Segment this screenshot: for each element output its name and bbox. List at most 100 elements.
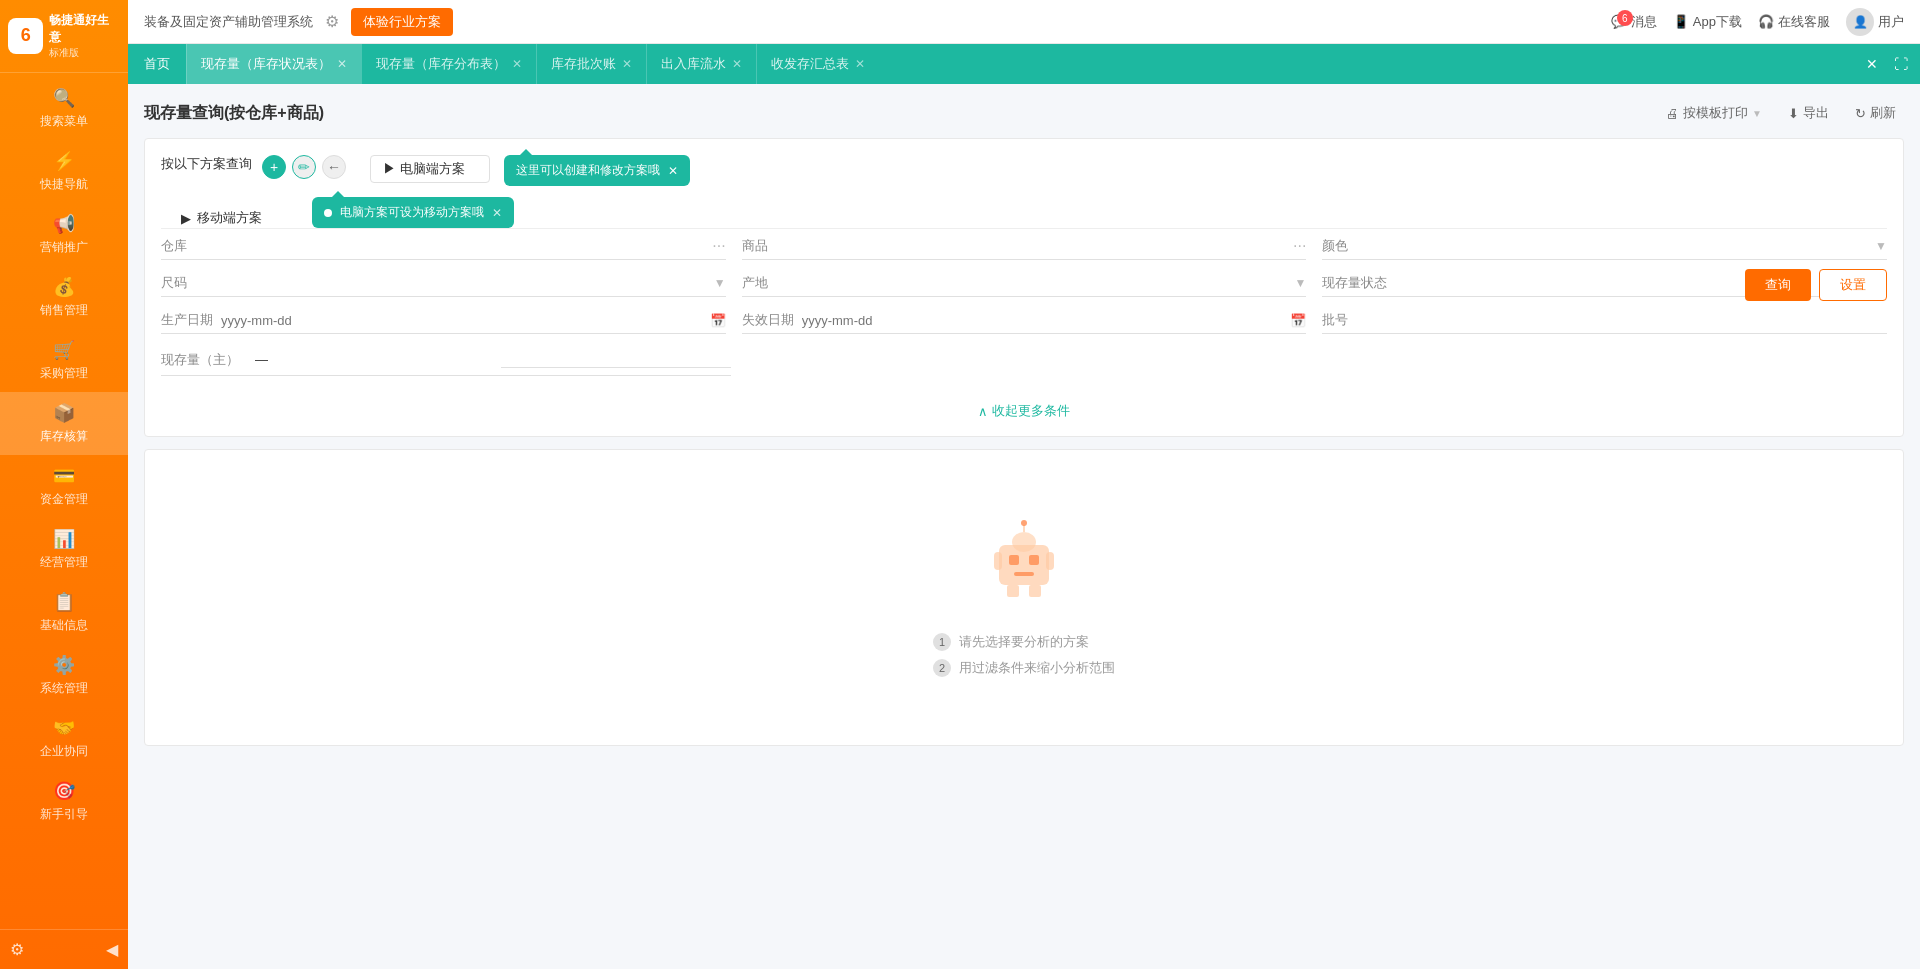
basic-icon: 📋 (53, 591, 75, 613)
search-panel: 按以下方案查询 + ✏ ← 电脑方案可设为移动方案哦 ✕ (144, 138, 1904, 437)
production-date-field: 生产日期 📅 (161, 311, 726, 334)
system-icon: ⚙️ (53, 654, 75, 676)
expiry-date-calendar-icon[interactable]: 📅 (1290, 313, 1306, 328)
sidebar-item-basic[interactable]: 📋 基础信息 (0, 581, 128, 644)
stock-main-input[interactable] (501, 352, 731, 368)
tip-num-1: 1 (933, 633, 951, 651)
tab-close-3[interactable]: ✕ (622, 57, 632, 71)
sidebar-item-operations[interactable]: 📊 经营管理 (0, 518, 128, 581)
sub-item-row: └ 按照品 (347, 202, 1887, 220)
app-download-label: App下载 (1693, 13, 1742, 31)
sidebar-item-purchase[interactable]: 🛒 采购管理 (0, 329, 128, 392)
goods-field: 商品 ··· (742, 237, 1307, 260)
prev-scheme-btn[interactable]: ← (322, 155, 346, 179)
reset-button[interactable]: 设置 (1819, 269, 1887, 301)
collapse-btn[interactable]: ∧ 收起更多条件 (161, 402, 1887, 420)
experience-btn[interactable]: 体验行业方案 (351, 8, 453, 36)
headset-icon: 🎧 (1758, 14, 1774, 29)
settings-icon[interactable]: ⚙ (10, 940, 24, 959)
batch-label: 批号 (1322, 311, 1348, 329)
create-tooltip-area: 这里可以创建和修改方案哦 ✕ (504, 155, 690, 186)
color-arrow-icon[interactable]: ▼ (1875, 239, 1887, 253)
goods-more-icon[interactable]: ··· (1293, 237, 1306, 255)
online-support-item[interactable]: 🎧 在线客服 (1758, 13, 1830, 31)
tooltip-close-1[interactable]: ✕ (492, 206, 502, 220)
export-btn[interactable]: ⬇ 导出 (1780, 100, 1837, 126)
collapse-sidebar-icon[interactable]: ◀ (106, 940, 118, 959)
create-tooltip-text: 这里可以创建和修改方案哦 (516, 162, 660, 179)
production-date-input[interactable] (221, 313, 702, 328)
sales-icon: 💰 (53, 276, 75, 298)
marketing-icon: 📢 (53, 213, 75, 235)
scheme-tooltip-box: 电脑方案可设为移动方案哦 ✕ (312, 197, 514, 228)
tab-inventory-status[interactable]: 现存量（库存状况表） ✕ (186, 44, 361, 84)
filter-row-2: 尺码 ▼ 产地 ▼ 现存量状态 ▼ (161, 274, 1887, 297)
sidebar-item-inventory[interactable]: 📦 库存核算 (0, 392, 128, 455)
tab-close-5[interactable]: ✕ (855, 57, 865, 71)
origin-arrow-icon[interactable]: ▼ (1294, 276, 1306, 290)
search-icon: 🔍 (53, 87, 75, 109)
tab-fullscreen-icon[interactable]: ⛶ (1890, 52, 1912, 76)
desktop-scheme-label: ▶ (383, 161, 400, 176)
avatar: 👤 (1846, 8, 1874, 36)
sidebar-item-quick[interactable]: ⚡ 快捷导航 (0, 140, 128, 203)
action-buttons: 查询 设置 (1745, 269, 1887, 301)
stock-main-dash: — (247, 348, 493, 371)
settings-gear-icon[interactable]: ⚙ (325, 12, 339, 31)
sidebar-item-marketing[interactable]: 📢 营销推广 (0, 203, 128, 266)
tab-close-2[interactable]: ✕ (512, 57, 522, 71)
divider (161, 228, 1887, 229)
edit-scheme-btn[interactable]: ✏ (292, 155, 316, 179)
production-date-label: 生产日期 (161, 311, 213, 329)
enterprise-icon: 🤝 (53, 717, 75, 739)
tab-batch-account[interactable]: 库存批次账 ✕ (536, 44, 646, 84)
scheme-query-label: 按以下方案查询 (161, 155, 252, 173)
print-template-btn[interactable]: 🖨 按模板打印 ▼ (1658, 100, 1770, 126)
sidebar-nav: 🔍 搜索菜单 ⚡ 快捷导航 📢 营销推广 💰 销售管理 🛒 采购管理 📦 库存核… (0, 73, 128, 929)
tab-flow[interactable]: 出入库流水 ✕ (646, 44, 756, 84)
refresh-btn[interactable]: ↻ 刷新 (1847, 100, 1904, 126)
page-title-bar: 现存量查询(按仓库+商品) 🖨 按模板打印 ▼ ⬇ 导出 ↻ 刷新 (144, 100, 1904, 126)
phone-icon: 📱 (1673, 14, 1689, 29)
tooltip-close-2[interactable]: ✕ (668, 164, 678, 178)
tab-close-all-icon[interactable]: ✕ (1862, 52, 1882, 76)
inventory-icon: 📦 (53, 402, 75, 424)
sidebar-item-system[interactable]: ⚙️ 系统管理 (0, 644, 128, 707)
user-item[interactable]: 👤 用户 (1846, 8, 1904, 36)
expiry-date-field: 失效日期 📅 (742, 311, 1307, 334)
sidebar-item-search[interactable]: 🔍 搜索菜单 (0, 77, 128, 140)
sidebar-item-guide[interactable]: 🎯 新手引导 (0, 770, 128, 833)
header-right: 💬 6 消息 📱 App下载 🎧 在线客服 👤 用户 (1611, 8, 1904, 36)
message-badge: 6 (1617, 10, 1633, 26)
tab-summary[interactable]: 收发存汇总表 ✕ (756, 44, 879, 84)
expiry-date-input[interactable] (802, 313, 1283, 328)
sidebar-item-enterprise[interactable]: 🤝 企业协同 (0, 707, 128, 770)
add-scheme-btn[interactable]: + (262, 155, 286, 179)
collapse-up-icon: ∧ (978, 404, 988, 419)
svg-rect-2 (1029, 555, 1039, 565)
sidebar-item-sales[interactable]: 💰 销售管理 (0, 266, 128, 329)
color-label: 颜色 (1322, 237, 1348, 255)
svg-rect-3 (1014, 572, 1034, 576)
size-arrow-icon[interactable]: ▼ (714, 276, 726, 290)
query-button[interactable]: 查询 (1745, 269, 1811, 301)
color-field: 颜色 ▼ (1322, 237, 1887, 260)
tab-close-1[interactable]: ✕ (337, 57, 347, 71)
tab-close-4[interactable]: ✕ (732, 57, 742, 71)
batch-input[interactable] (1356, 313, 1887, 328)
tab-home[interactable]: 首页 (128, 44, 186, 84)
warehouse-more-icon[interactable]: ··· (712, 237, 725, 255)
size-field: 尺码 ▼ (161, 274, 726, 297)
search-bottom: 查询 设置 ∧ 收起更多条件 (161, 390, 1887, 420)
sidebar-item-finance[interactable]: 💳 资金管理 (0, 455, 128, 518)
scheme-selector[interactable]: ▶ 电脑端方案 (370, 155, 490, 183)
svg-point-10 (1021, 520, 1027, 526)
production-date-calendar-icon[interactable]: 📅 (710, 313, 726, 328)
empty-illustration (974, 510, 1074, 613)
tab-inventory-distribution[interactable]: 现存量（库存分布表） ✕ (361, 44, 536, 84)
mobile-scheme-item[interactable]: ▶ 移动端方案 (161, 205, 262, 231)
message-label: 消息 (1631, 13, 1657, 31)
message-item[interactable]: 💬 6 消息 (1611, 13, 1657, 31)
app-download-item[interactable]: 📱 App下载 (1673, 13, 1742, 31)
print-icon: 🖨 (1666, 106, 1679, 121)
